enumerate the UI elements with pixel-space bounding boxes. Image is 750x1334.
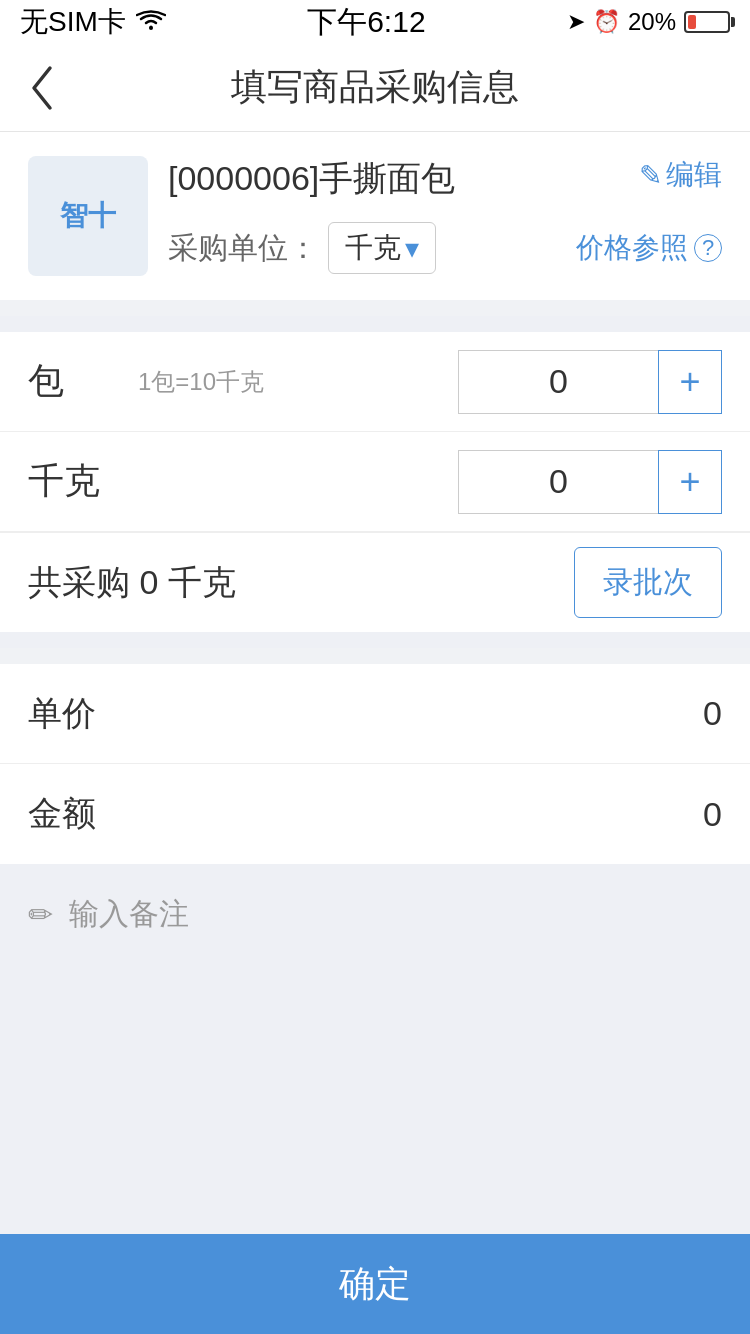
section-separator-1: [0, 316, 750, 332]
unit-value: 千克: [345, 229, 401, 267]
quantity-label-kg: 千克: [28, 457, 128, 506]
alarm-icon: ⏰: [593, 9, 620, 35]
quantity-plus-kg[interactable]: +: [658, 450, 722, 514]
back-button[interactable]: [28, 64, 56, 112]
nav-bar: 填写商品采购信息: [0, 44, 750, 132]
status-left: 无SIM卡: [20, 3, 166, 41]
quantity-row-kg: 千克 +: [0, 432, 750, 532]
pencil-icon: ✏: [28, 897, 53, 932]
quantity-sublabel-bao: 1包=10千克: [138, 366, 458, 398]
quantity-plus-bao[interactable]: +: [658, 350, 722, 414]
amount-label: 金额: [28, 791, 96, 837]
price-section: 单价 0 金额 0: [0, 664, 750, 864]
battery-icon: [684, 11, 730, 33]
battery-percent: 20%: [628, 8, 676, 36]
confirm-button[interactable]: 确定: [0, 1234, 750, 1334]
confirm-label: 确定: [339, 1260, 411, 1309]
quantity-row-bao: 包 1包=10千克 +: [0, 332, 750, 432]
status-right: ➤ ⏰ 20%: [567, 8, 730, 36]
quantity-label-bao: 包: [28, 357, 128, 406]
chevron-down-icon: ▾: [405, 232, 419, 265]
note-section[interactable]: ✏ 输入备注: [0, 864, 750, 964]
unit-price-label: 单价: [28, 691, 96, 737]
location-icon: ➤: [567, 9, 585, 35]
product-card: 智十 [0000006]手撕面包 ✎ 编辑 采购单位： 千克 ▾ 价格参照 ?: [0, 132, 750, 300]
unit-price-value: 0: [703, 694, 722, 733]
record-batch-button[interactable]: 录批次: [574, 547, 722, 618]
summary-text: 共采购 0 千克: [28, 560, 236, 606]
note-placeholder: 输入备注: [69, 894, 189, 935]
product-image: 智十: [28, 156, 148, 276]
carrier-text: 无SIM卡: [20, 3, 126, 41]
question-icon: ?: [694, 234, 722, 262]
quantity-section: 包 1包=10千克 + 千克 +: [0, 332, 750, 532]
unit-prefix-label: 采购单位：: [168, 228, 318, 269]
product-info: [0000006]手撕面包 ✎ 编辑 采购单位： 千克 ▾ 价格参照 ?: [168, 156, 722, 274]
quantity-input-kg[interactable]: [458, 450, 658, 514]
edit-label: 编辑: [666, 156, 722, 194]
wifi-icon: [136, 6, 166, 38]
summary-row: 共采购 0 千克 录批次: [0, 532, 750, 632]
product-name: [0000006]手撕面包: [168, 156, 639, 202]
page-title: 填写商品采购信息: [231, 63, 519, 112]
amount-value: 0: [703, 795, 722, 834]
svg-point-0: [149, 26, 153, 30]
price-ref-label: 价格参照: [576, 229, 688, 267]
edit-icon: ✎: [639, 159, 662, 192]
price-ref-button[interactable]: 价格参照 ?: [576, 229, 722, 267]
status-time: 下午6:12: [307, 2, 425, 43]
quantity-input-bao[interactable]: [458, 350, 658, 414]
section-separator-2: [0, 632, 750, 648]
unit-dropdown[interactable]: 千克 ▾: [328, 222, 436, 274]
edit-button[interactable]: ✎ 编辑: [639, 156, 722, 194]
unit-price-row: 单价 0: [0, 664, 750, 764]
amount-row: 金额 0: [0, 764, 750, 864]
quantity-input-wrap-bao: +: [458, 350, 722, 414]
quantity-input-wrap-kg: +: [458, 450, 722, 514]
status-bar: 无SIM卡 下午6:12 ➤ ⏰ 20%: [0, 0, 750, 44]
